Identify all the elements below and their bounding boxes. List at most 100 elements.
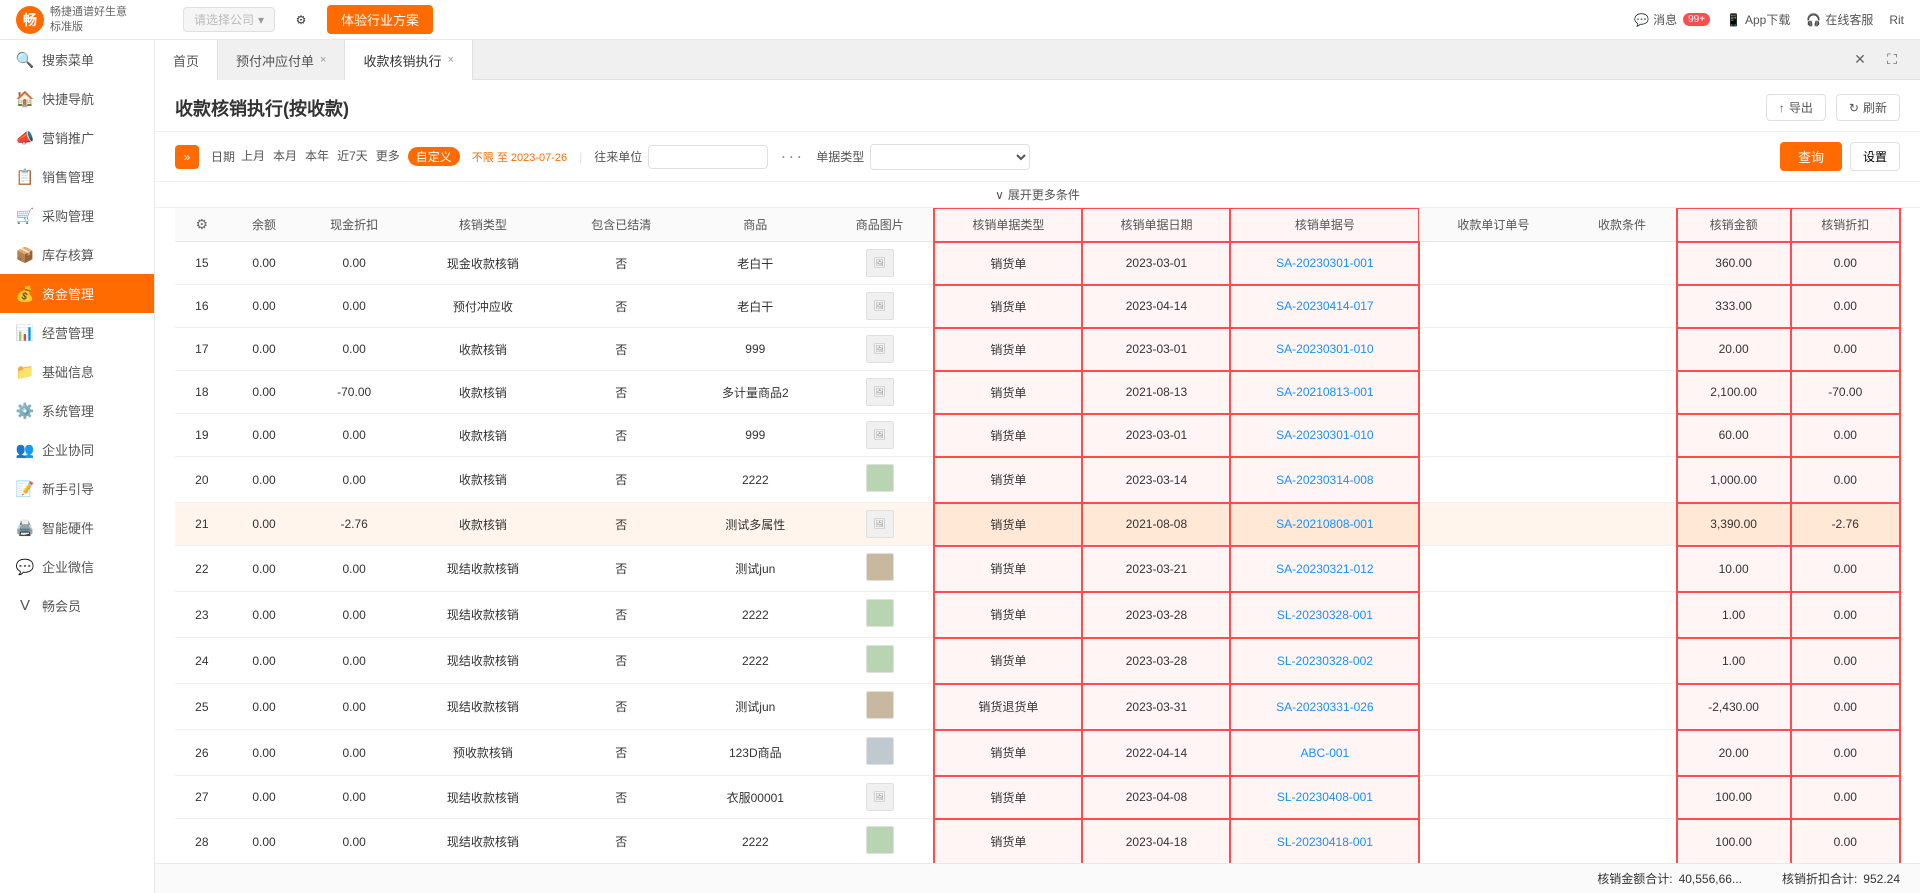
sidebar-item-企业微信[interactable]: 💬企业微信 xyxy=(0,547,154,586)
trial-button[interactable]: 体验行业方案 xyxy=(327,5,433,34)
table-settings-gear[interactable]: ⚙ xyxy=(196,216,209,232)
verify-no-link[interactable]: SL-20230418-001 xyxy=(1277,835,1373,849)
verify-no-link[interactable]: SL-20230328-002 xyxy=(1277,654,1373,668)
cell-verify_no[interactable]: SA-20230314-008 xyxy=(1230,457,1419,503)
cell-verify_no[interactable]: SA-20230301-001 xyxy=(1230,242,1419,285)
message-btn[interactable]: 💬 消息 99+ xyxy=(1634,11,1710,28)
sidebar-item-采购管理[interactable]: 🛒采购管理 xyxy=(0,196,154,235)
verify-no-link[interactable]: SA-20210808-001 xyxy=(1276,517,1373,531)
verify-no-link[interactable]: SA-20230331-026 xyxy=(1276,700,1373,714)
cell-receipt_condition xyxy=(1567,285,1676,328)
sidebar-item-搜索菜单[interactable]: 🔍搜索菜单 xyxy=(0,40,154,79)
cell-verify_no[interactable]: SL-20230418-001 xyxy=(1230,819,1419,864)
cell-index: 24 xyxy=(175,638,229,684)
date-this-month[interactable]: 本月 xyxy=(273,147,297,166)
company-selector[interactable]: 请选择公司 ▾ xyxy=(183,7,275,32)
more-filters-dots[interactable]: ··· xyxy=(780,146,804,167)
date-custom[interactable]: 自定义 xyxy=(408,147,460,166)
verify-no-link[interactable]: SA-20230321-012 xyxy=(1276,562,1373,576)
maximize-btn[interactable]: ⛶ xyxy=(1880,48,1904,72)
cell-verify_no[interactable]: SA-20210808-001 xyxy=(1230,503,1419,546)
cell-receipt_condition xyxy=(1567,242,1676,285)
table-row: 280.000.00现结收款核销否2222销货单2023-04-18SL-202… xyxy=(175,819,1900,864)
cell-verify_no[interactable]: SA-20230321-012 xyxy=(1230,546,1419,592)
sidebar-item-经营管理[interactable]: 📊经营管理 xyxy=(0,313,154,352)
online-service-btn[interactable]: 🎧 在线客服 xyxy=(1806,11,1873,28)
verify-no-link[interactable]: SA-20230314-008 xyxy=(1276,473,1373,487)
verify-no-link[interactable]: SA-20230414-017 xyxy=(1276,299,1373,313)
verify-no-link[interactable]: SA-20210813-001 xyxy=(1276,385,1373,399)
cell-verify_amount: 60.00 xyxy=(1677,414,1791,457)
partner-input[interactable] xyxy=(648,145,768,169)
sidebar-item-销售管理[interactable]: 📋销售管理 xyxy=(0,157,154,196)
verify-no-link[interactable]: ABC-001 xyxy=(1301,746,1350,760)
sidebar-item-库存核算[interactable]: 📦库存核算 xyxy=(0,235,154,274)
product-img: 🖼 xyxy=(866,421,894,449)
bill-type-select[interactable] xyxy=(870,144,1030,170)
cell-verify_no[interactable]: SL-20230408-001 xyxy=(1230,776,1419,819)
user-name[interactable]: Rit xyxy=(1889,13,1904,27)
verify-no-link[interactable]: SA-20230301-010 xyxy=(1276,428,1373,442)
settings-icon-btn[interactable]: ⚙ xyxy=(287,6,315,34)
cell-receipt_order_no xyxy=(1419,592,1567,638)
sidebar-item-智能硬件[interactable]: 🖨️智能硬件 xyxy=(0,508,154,547)
app-download-btn[interactable]: 📱 App下载 xyxy=(1726,11,1790,28)
sidebar-item-新手引导[interactable]: 📝新手引导 xyxy=(0,469,154,508)
refresh-button[interactable]: ↻ 刷新 xyxy=(1836,94,1900,121)
tab-收款核销执行[interactable]: 收款核销执行× xyxy=(345,40,472,80)
tab-close-btn[interactable]: × xyxy=(320,54,326,66)
close-window-btn[interactable]: ✕ xyxy=(1848,48,1872,72)
filter-settings-btn[interactable]: 设置 xyxy=(1850,142,1900,171)
total-amount-value: 40,556,66... xyxy=(1679,872,1742,886)
date-more[interactable]: 更多 xyxy=(376,147,400,166)
query-button[interactable]: 查询 xyxy=(1780,142,1842,171)
cell-verify_no[interactable]: SA-20230301-010 xyxy=(1230,328,1419,371)
verify-no-link[interactable]: SL-20230408-001 xyxy=(1277,790,1373,804)
date-label: 日期 xyxy=(211,148,235,165)
filter-expand-btn[interactable]: » xyxy=(175,145,199,169)
table-row: 220.000.00现结收款核销否测试jun销货单2023-03-21SA-20… xyxy=(175,546,1900,592)
cell-verify_discount: 0.00 xyxy=(1791,730,1901,776)
cell-receipt_order_no xyxy=(1419,328,1567,371)
date-7days[interactable]: 近7天 xyxy=(337,147,368,166)
cell-verify_no[interactable]: SL-20230328-001 xyxy=(1230,592,1419,638)
sidebar-item-快捷导航[interactable]: 🏠快捷导航 xyxy=(0,79,154,118)
verify-no-link[interactable]: SA-20230301-010 xyxy=(1276,342,1373,356)
cell-verify_no[interactable]: SA-20230331-026 xyxy=(1230,684,1419,730)
cell-receipt_order_no xyxy=(1419,730,1567,776)
tab-close-btn[interactable]: × xyxy=(447,54,453,66)
sidebar-item-营销推广[interactable]: 📣营销推广 xyxy=(0,118,154,157)
cell-verify_type: 预收款核销 xyxy=(409,730,557,776)
tab-预付冲应付单[interactable]: 预付冲应付单× xyxy=(218,40,345,80)
cell-verify_no[interactable]: SA-20230414-017 xyxy=(1230,285,1419,328)
sidebar-item-企业协同[interactable]: 👥企业协同 xyxy=(0,430,154,469)
date-this-year[interactable]: 本年 xyxy=(305,147,329,166)
cell-verify_no[interactable]: ABC-001 xyxy=(1230,730,1419,776)
sidebar-item-资金管理[interactable]: 💰资金管理 xyxy=(0,274,154,313)
sidebar-label: 快捷导航 xyxy=(42,89,94,108)
export-button[interactable]: ↑ 导出 xyxy=(1766,94,1826,121)
table-area[interactable]: ⚙余额现金折扣核销类型包含已结清商品商品图片核销单据类型核销单据日期核销单据号收… xyxy=(155,208,1920,863)
cell-balance: 0.00 xyxy=(229,285,300,328)
cell-verify_type: 收款核销 xyxy=(409,328,557,371)
tab-首页[interactable]: 首页 xyxy=(155,40,218,80)
table-row: 200.000.00收款核销否2222销货单2023-03-14SA-20230… xyxy=(175,457,1900,503)
cell-verify_amount: 10.00 xyxy=(1677,546,1791,592)
cell-included_settled: 否 xyxy=(557,776,686,819)
cell-index: 23 xyxy=(175,592,229,638)
cell-verify_bill_type: 销货单 xyxy=(934,285,1082,328)
date-last-month[interactable]: 上月 xyxy=(241,147,265,166)
cell-verify_no[interactable]: SA-20210813-001 xyxy=(1230,371,1419,414)
sidebar-item-基础信息[interactable]: 📁基础信息 xyxy=(0,352,154,391)
expand-more-btn[interactable]: ∨ 展开更多条件 xyxy=(995,186,1080,203)
cell-receipt_order_no xyxy=(1419,457,1567,503)
product-img: 🖼 xyxy=(866,510,894,538)
cell-verify_amount: 1.00 xyxy=(1677,592,1791,638)
cell-verify_no[interactable]: SL-20230328-002 xyxy=(1230,638,1419,684)
cell-verify_discount: 0.00 xyxy=(1791,684,1901,730)
sidebar-item-畅会员[interactable]: V畅会员 xyxy=(0,586,154,625)
sidebar-item-系统管理[interactable]: ⚙️系统管理 xyxy=(0,391,154,430)
verify-no-link[interactable]: SA-20230301-001 xyxy=(1276,256,1373,270)
cell-verify_no[interactable]: SA-20230301-010 xyxy=(1230,414,1419,457)
verify-no-link[interactable]: SL-20230328-001 xyxy=(1277,608,1373,622)
